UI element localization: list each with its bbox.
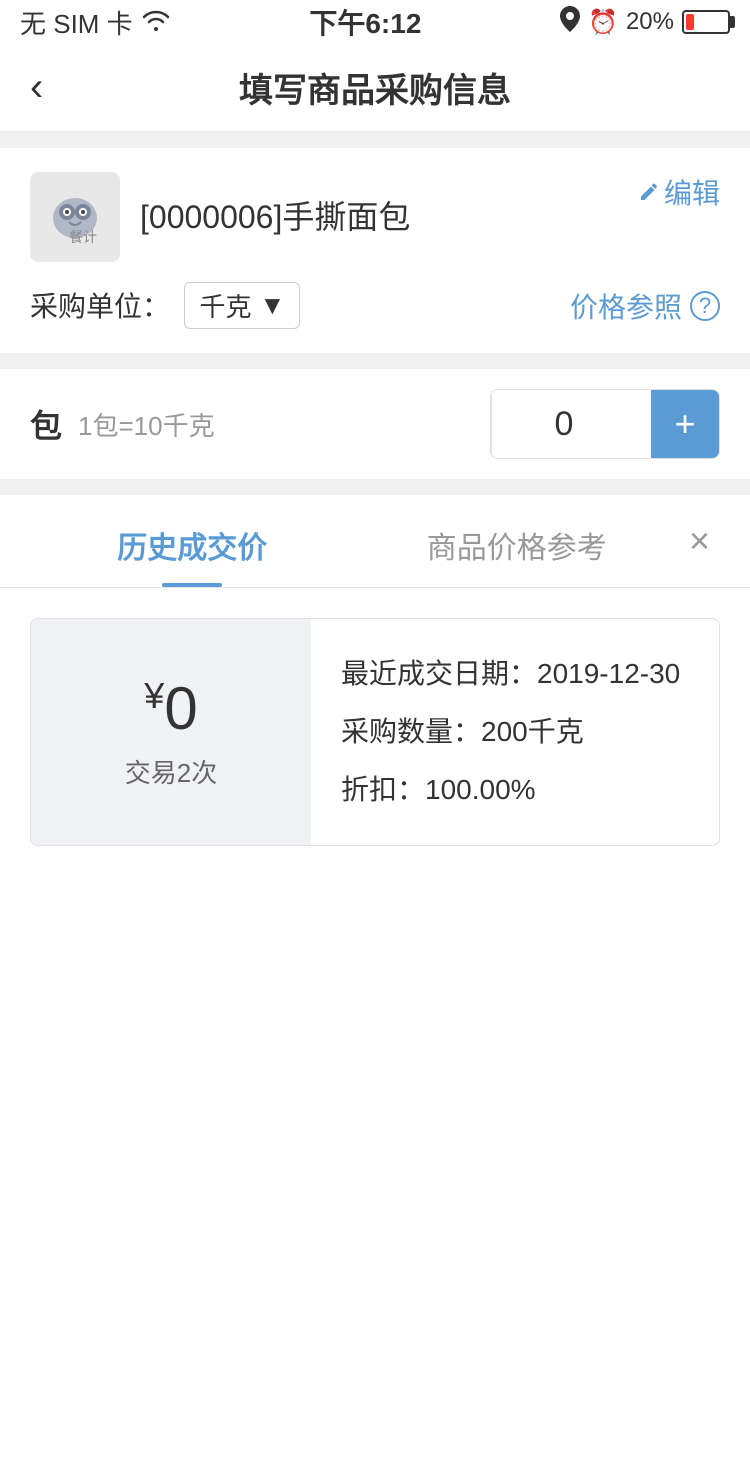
quantity-plus-button[interactable]: +: [651, 390, 719, 458]
status-bar: 无 SIM 卡 下午6:12 ⏰ 20%: [0, 0, 750, 44]
tab-product-price-ref[interactable]: 商品价格参考: [354, 495, 678, 587]
unit-conversion: 1包=10千克: [78, 406, 215, 443]
battery-percent: 20%: [626, 8, 674, 36]
network-label: 无 SIM 卡: [20, 4, 133, 41]
alarm-icon: ⏰: [588, 8, 618, 37]
price-right-panel: 最近成交日期：2019-12-30 采购数量：200千克 折扣：100.00%: [311, 619, 719, 845]
price-amount: ¥0: [144, 674, 197, 743]
trade-count: 交易2次: [125, 753, 217, 790]
price-value: 0: [164, 675, 197, 742]
discount-value: 100.00%: [425, 774, 536, 805]
purchase-qty-value: 200千克: [481, 716, 584, 747]
discount-row: 折扣：100.00%: [341, 769, 689, 811]
nav-bar: ‹ 填写商品采购信息: [0, 44, 750, 132]
bottom-area: [0, 876, 750, 1476]
product-thumbnail: 餐计: [30, 172, 120, 262]
recent-date-row: 最近成交日期：2019-12-30: [341, 653, 689, 695]
purchase-qty-row: 采购数量：200千克: [341, 711, 689, 753]
currency-symbol: ¥: [144, 675, 164, 716]
price-card: ¥0 交易2次 最近成交日期：2019-12-30 采购数量：200千克 折扣：…: [30, 618, 720, 846]
quantity-left: 包 1包=10千克: [30, 401, 215, 447]
tab-section: 历史成交价 商品价格参考 × ¥0 交易2次 最近成交日期：2019-12-30…: [0, 495, 750, 876]
price-ref-label: 价格参照: [570, 286, 682, 326]
tab-bar: 历史成交价 商品价格参考 ×: [0, 495, 750, 588]
time-display: 下午6:12: [309, 2, 421, 42]
purchase-qty-label: 采购数量：: [341, 716, 481, 747]
product-left: 餐计 [0000006]手撕面包: [30, 172, 410, 262]
status-right: ⏰ 20%: [560, 6, 730, 39]
unit-select[interactable]: 千克 ▼: [184, 282, 300, 329]
tab-product-label: 商品价格参考: [427, 532, 607, 565]
edit-label: 编辑: [664, 172, 720, 212]
chevron-down-icon: ▼: [259, 290, 285, 321]
product-card: 餐计 [0000006]手撕面包 编辑 采购单位： 千克 ▼ 价格参照 ?: [0, 148, 750, 353]
help-icon: ?: [690, 291, 720, 321]
svg-text:餐计: 餐计: [69, 229, 97, 245]
back-button[interactable]: ‹: [30, 55, 53, 120]
wifi-icon: [141, 7, 171, 38]
section-divider: [0, 353, 750, 369]
quantity-row: 包 1包=10千克 +: [0, 369, 750, 479]
price-reference-button[interactable]: 价格参照 ?: [570, 286, 720, 326]
battery-icon: [682, 10, 730, 34]
recent-date-label: 最近成交日期：: [341, 658, 537, 689]
quantity-control: +: [490, 389, 720, 459]
recent-date-value: 2019-12-30: [537, 658, 680, 689]
tab-history-label: 历史成交价: [117, 532, 267, 565]
tab-history-price[interactable]: 历史成交价: [30, 495, 354, 587]
unit-tag: 包: [30, 401, 62, 447]
unit-value: 千克: [199, 287, 251, 324]
product-header: 餐计 [0000006]手撕面包 编辑: [30, 172, 720, 262]
status-left: 无 SIM 卡: [20, 4, 171, 41]
product-name: [0000006]手撕面包: [140, 192, 410, 238]
price-left-panel: ¥0 交易2次: [31, 619, 311, 845]
unit-label: 采购单位：: [30, 291, 170, 322]
quantity-input[interactable]: [491, 390, 651, 458]
location-icon: [560, 6, 580, 39]
tab-close-button[interactable]: ×: [679, 510, 720, 572]
product-unit-row: 采购单位： 千克 ▼ 价格参照 ?: [30, 282, 720, 329]
discount-label: 折扣：: [341, 774, 425, 805]
unit-selector-group: 采购单位： 千克 ▼: [30, 282, 300, 329]
history-price-content: ¥0 交易2次 最近成交日期：2019-12-30 采购数量：200千克 折扣：…: [0, 588, 750, 876]
page-title: 填写商品采购信息: [239, 63, 511, 112]
edit-button[interactable]: 编辑: [638, 172, 720, 212]
